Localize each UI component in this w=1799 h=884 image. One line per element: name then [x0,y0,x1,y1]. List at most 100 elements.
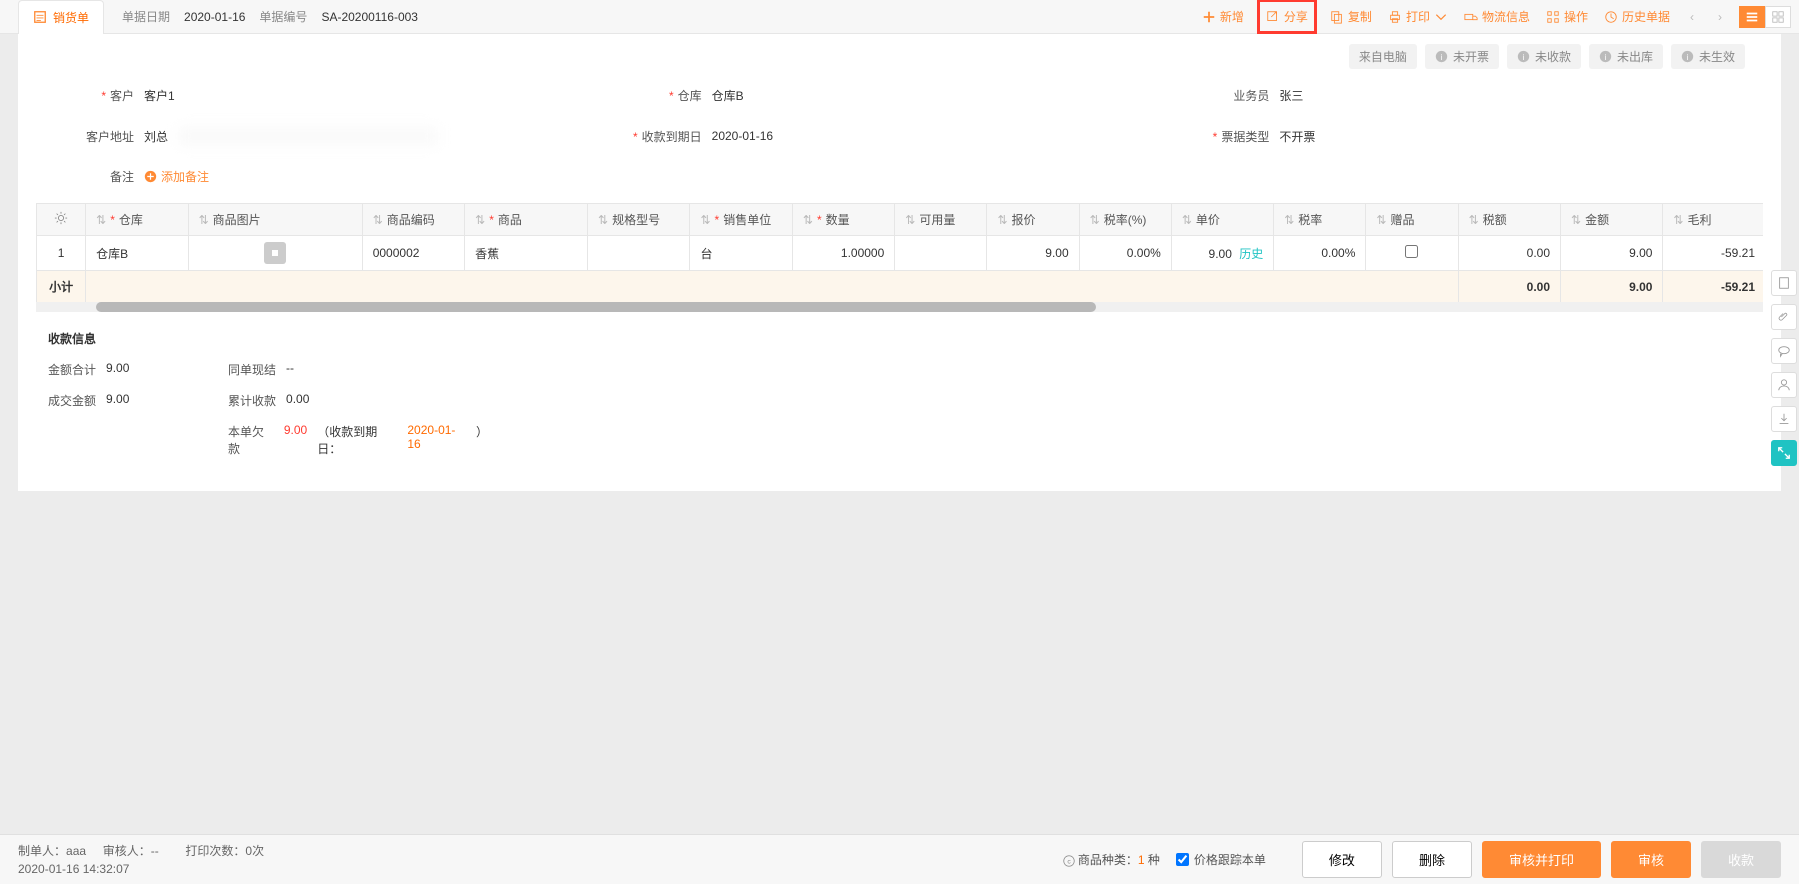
price-history-link[interactable]: 历史 [1239,247,1263,261]
warehouse-value[interactable]: 仓库B [712,87,744,104]
pay-paid: 累计收款0.00 [228,392,488,409]
rail-user[interactable] [1771,372,1797,398]
invoice-value[interactable]: 不开票 [1279,128,1315,145]
follow-checkbox[interactable] [1176,853,1189,866]
col-spec[interactable]: ⇅规格型号 [588,204,690,236]
col-quote[interactable]: ⇅报价 [987,204,1079,236]
logistics-button[interactable]: 物流信息 [1461,4,1533,29]
address-prefix: 刘总 [144,128,168,145]
follow-price-check[interactable]: 价格跟踪本单 [1176,851,1266,868]
table-hscroll[interactable] [36,302,1763,312]
history-button[interactable]: 历史单据 [1601,4,1673,29]
col-taxrate[interactable]: ⇅税率(%) [1079,204,1171,236]
rail-comment[interactable] [1771,338,1797,364]
cell-tax: 0.00 [1458,236,1560,271]
payment-title: 收款信息 [48,330,1751,347]
paperclip-icon [1777,310,1791,324]
col-taxrate2[interactable]: ⇅税率 [1274,204,1366,236]
chip-not-received[interactable]: i未收款 [1507,44,1581,69]
cell-taxrate[interactable]: 0.00% [1079,236,1171,271]
field-address: 客户地址 刘总 [48,126,616,146]
audit-print-button[interactable]: 审核并打印 [1482,841,1601,878]
cell-amount: 9.00 [1561,236,1663,271]
cell-profit: -59.21 [1663,236,1763,271]
svg-text:i: i [1605,53,1607,62]
cell-qty[interactable]: 1.00000 [792,236,894,271]
cell-warehouse[interactable]: 仓库B [86,236,188,271]
next-doc[interactable]: › [1711,6,1729,28]
edit-button[interactable]: 修改 [1302,841,1382,878]
pay-owe: 本单欠款 9.00 （收款到期日：2020-01-16） [228,423,488,457]
col-price[interactable]: ⇅单价 [1171,204,1273,236]
scroll-thumb[interactable] [96,302,1096,312]
ops-label: 操作 [1564,8,1588,25]
col-profit[interactable]: ⇅毛利 [1663,204,1763,236]
col-product[interactable]: ⇅*商品 [465,204,588,236]
address-redacted [178,126,438,146]
cell-quote[interactable]: 9.00 [987,236,1079,271]
salesman-value[interactable]: 张三 [1279,87,1303,104]
rail-note[interactable] [1771,270,1797,296]
pay-total: 金额合计9.00 [48,361,228,378]
field-salesman: 业务员 张三 [1183,87,1751,104]
copyright-icon: c [1063,855,1075,867]
cell-stock [895,236,987,271]
pay-settle: 同单现结-- [228,361,488,378]
pay-deal: 成交金额9.00 [48,392,228,409]
cell-spec[interactable] [588,236,690,271]
plus-icon [1202,10,1216,24]
chip-not-invoiced[interactable]: i未开票 [1425,44,1499,69]
audit-button[interactable]: 审核 [1611,841,1691,878]
info-icon: i [1599,50,1612,63]
chip-not-out[interactable]: i未出库 [1589,44,1663,69]
field-customer: *客户 客户1 [48,87,616,104]
doc-tab[interactable]: 销货单 [18,0,104,34]
col-qty[interactable]: ⇅*数量 [792,204,894,236]
svg-text:i: i [1523,53,1525,62]
receive-button[interactable]: 收款 [1701,841,1781,878]
cell-product[interactable]: 香蕉 [465,236,588,271]
customer-value[interactable]: 客户1 [144,87,175,104]
copy-button[interactable]: 复制 [1327,4,1375,29]
ops-button[interactable]: 操作 [1543,4,1591,29]
add-remark-link[interactable]: 添加备注 [144,168,209,185]
table-row[interactable]: 1 仓库B 0000002 香蕉 台 1.00000 9.00 0.00% 9.… [37,236,1764,271]
items-table: ⇅*仓库 ⇅商品图片 ⇅商品编码 ⇅*商品 ⇅规格型号 ⇅*销售单位 ⇅*数量 … [36,203,1763,303]
rail-export[interactable] [1771,406,1797,432]
due-value[interactable]: 2020-01-16 [712,129,773,143]
col-unit[interactable]: ⇅*销售单位 [690,204,792,236]
cell-code[interactable]: 0000002 [362,236,464,271]
subtotal-tax: 0.00 [1458,271,1560,303]
gift-checkbox[interactable] [1405,245,1418,258]
col-stock[interactable]: ⇅可用量 [895,204,987,236]
col-amount[interactable]: ⇅金额 [1561,204,1663,236]
footer-timestamp: 2020-01-16 14:32:07 [18,860,264,878]
cell-gift[interactable] [1366,236,1458,271]
col-code[interactable]: ⇅商品编码 [362,204,464,236]
cell-price[interactable]: 9.00 历史 [1171,236,1273,271]
cell-img [188,236,362,271]
view-list[interactable] [1739,6,1765,28]
chip-not-effective[interactable]: i未生效 [1671,44,1745,69]
view-card[interactable] [1765,6,1791,28]
col-warehouse[interactable]: ⇅*仓库 [86,204,188,236]
delete-button[interactable]: 删除 [1392,841,1472,878]
field-warehouse: *仓库 仓库B [616,87,1184,104]
rail-expand[interactable] [1771,440,1797,466]
rail-attach[interactable] [1771,304,1797,330]
doc-icon [33,10,47,24]
new-button[interactable]: 新增 [1199,4,1247,29]
cell-idx: 1 [37,236,86,271]
subtotal-profit: -59.21 [1663,271,1763,303]
col-tax[interactable]: ⇅税额 [1458,204,1560,236]
col-settings[interactable] [37,204,86,236]
cell-taxrate2[interactable]: 0.00% [1274,236,1366,271]
cell-unit[interactable]: 台 [690,236,792,271]
print-button[interactable]: 打印 [1385,4,1451,29]
share-icon [1266,10,1280,24]
col-img[interactable]: ⇅商品图片 [188,204,362,236]
col-gift[interactable]: ⇅赠品 [1366,204,1458,236]
share-button[interactable]: 分享 [1263,4,1311,29]
copy-icon [1330,10,1344,24]
prev-doc[interactable]: ‹ [1683,6,1701,28]
